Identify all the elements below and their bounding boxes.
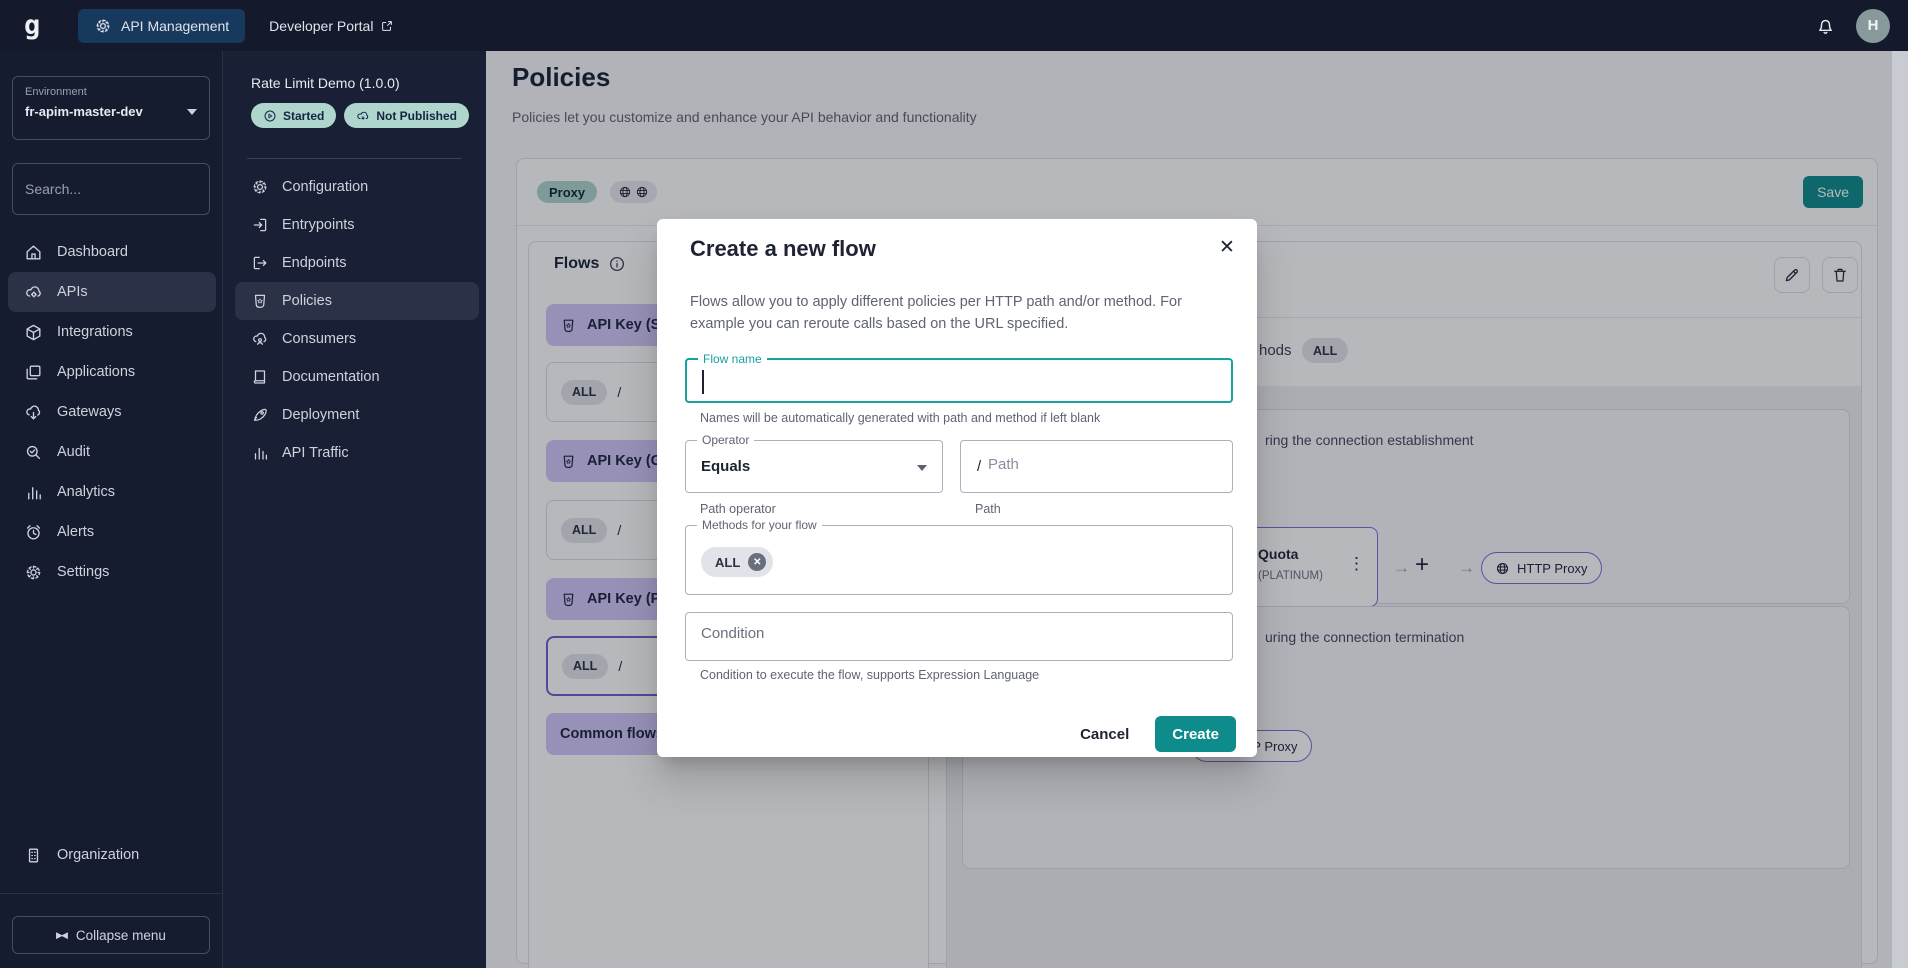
bar-chart-icon bbox=[24, 483, 43, 502]
sidebar-item-organization[interactable]: Organization bbox=[0, 835, 222, 875]
sidebar-item-alerts[interactable]: Alerts bbox=[0, 512, 222, 552]
gravitee-logo[interactable]: g bbox=[24, 12, 54, 39]
rocket-icon bbox=[251, 406, 269, 424]
collapse-icon: ▶◀ bbox=[56, 930, 66, 941]
book-icon bbox=[251, 368, 269, 386]
remove-chip-icon[interactable]: ✕ bbox=[748, 553, 766, 571]
operator-hint: Path operator bbox=[700, 502, 776, 516]
sidebar-item-applications[interactable]: Applications bbox=[0, 352, 222, 392]
dialog-description: Flows allow you to apply different polic… bbox=[690, 291, 1215, 335]
environment-label: Environment bbox=[25, 86, 197, 98]
path-prefix: / bbox=[977, 458, 981, 475]
methods-label: Methods for your flow bbox=[697, 518, 822, 532]
api-management-button[interactable]: API Management bbox=[78, 9, 245, 43]
condition-input[interactable] bbox=[701, 625, 1216, 642]
close-icon[interactable]: ✕ bbox=[1213, 233, 1241, 261]
alarm-icon bbox=[24, 523, 43, 542]
divider bbox=[247, 158, 462, 159]
search-input[interactable] bbox=[25, 181, 206, 197]
api-menu-endpoints[interactable]: Endpoints bbox=[223, 244, 487, 282]
flow-name-label: Flow name bbox=[698, 352, 767, 366]
gear-icon bbox=[24, 563, 43, 582]
flow-name-input[interactable] bbox=[701, 368, 1221, 393]
chevron-down-icon bbox=[187, 109, 197, 115]
methods-field[interactable]: Methods for your flow ALL ✕ bbox=[685, 525, 1233, 595]
apis-cloud-icon bbox=[24, 283, 43, 302]
chevron-down-icon bbox=[917, 465, 927, 471]
path-hint: Path bbox=[975, 502, 1001, 516]
cube-icon bbox=[24, 323, 43, 342]
user-avatar[interactable]: H bbox=[1856, 9, 1890, 43]
audit-search-icon bbox=[24, 443, 43, 462]
gear-icon bbox=[251, 178, 269, 196]
api-management-label: API Management bbox=[121, 18, 229, 34]
api-menu-configuration[interactable]: Configuration bbox=[223, 168, 487, 206]
notifications-bell-icon[interactable] bbox=[1815, 15, 1836, 36]
play-circle-icon bbox=[263, 109, 277, 123]
path-field: / bbox=[960, 440, 1233, 493]
flow-name-field: Flow name bbox=[685, 358, 1233, 403]
exit-icon bbox=[251, 254, 269, 272]
main-sidebar: Environment fr-apim-master-dev Dashboard… bbox=[0, 51, 222, 968]
top-bar: g API Management Developer Portal H bbox=[0, 0, 1908, 51]
cloud-icon bbox=[356, 109, 370, 123]
status-badge-not-published: Not Published bbox=[344, 103, 469, 128]
scrollbar[interactable] bbox=[1892, 51, 1908, 968]
status-badge-started: Started bbox=[251, 103, 336, 128]
cancel-button[interactable]: Cancel bbox=[1080, 726, 1129, 743]
condition-hint: Condition to execute the flow, supports … bbox=[700, 668, 1039, 682]
developer-portal-label: Developer Portal bbox=[269, 18, 373, 34]
api-menu-documentation[interactable]: Documentation bbox=[223, 358, 487, 396]
operator-value: Equals bbox=[701, 458, 750, 475]
sidebar-search bbox=[12, 163, 210, 215]
sidebar-item-analytics[interactable]: Analytics bbox=[0, 472, 222, 512]
building-icon bbox=[24, 846, 43, 865]
api-menu-entrypoints[interactable]: Entrypoints bbox=[223, 206, 487, 244]
consumers-icon bbox=[251, 330, 269, 348]
environment-value: fr-apim-master-dev bbox=[25, 104, 143, 119]
api-menu-deployment[interactable]: Deployment bbox=[223, 396, 487, 434]
path-input[interactable] bbox=[988, 456, 1218, 473]
divider bbox=[0, 893, 222, 894]
applications-icon bbox=[24, 363, 43, 382]
condition-field bbox=[685, 612, 1233, 661]
gear-icon bbox=[94, 17, 112, 35]
sidebar-item-dashboard[interactable]: Dashboard bbox=[0, 232, 222, 272]
shield-icon bbox=[251, 292, 269, 310]
create-button[interactable]: Create bbox=[1155, 716, 1236, 752]
api-nav: Configuration Entrypoints Endpoints Poli… bbox=[223, 168, 487, 472]
sidebar-item-integrations[interactable]: Integrations bbox=[0, 312, 222, 352]
api-title: Rate Limit Demo (1.0.0) bbox=[251, 75, 400, 91]
method-chip-all: ALL ✕ bbox=[701, 547, 773, 577]
sidebar-nav: Dashboard APIs Integrations Applications… bbox=[0, 232, 222, 592]
api-sidebar: Rate Limit Demo (1.0.0) Started Not Publ… bbox=[222, 51, 486, 968]
api-menu-api-traffic[interactable]: API Traffic bbox=[223, 434, 487, 472]
api-menu-policies[interactable]: Policies bbox=[235, 282, 479, 320]
developer-portal-link[interactable]: Developer Portal bbox=[269, 18, 394, 34]
operator-label: Operator bbox=[697, 433, 754, 447]
environment-selector[interactable]: Environment fr-apim-master-dev bbox=[12, 76, 210, 140]
entry-icon bbox=[251, 216, 269, 234]
sidebar-item-gateways[interactable]: Gateways bbox=[0, 392, 222, 432]
flow-name-hint: Names will be automatically generated wi… bbox=[700, 411, 1100, 425]
collapse-menu-button[interactable]: ▶◀ Collapse menu bbox=[12, 916, 210, 954]
sidebar-item-settings[interactable]: Settings bbox=[0, 552, 222, 592]
sidebar-item-apis[interactable]: APIs bbox=[8, 272, 216, 312]
api-menu-consumers[interactable]: Consumers bbox=[223, 320, 487, 358]
dialog-title: Create a new flow bbox=[690, 236, 876, 262]
sidebar-item-audit[interactable]: Audit bbox=[0, 432, 222, 472]
operator-select[interactable]: Operator Equals bbox=[685, 440, 943, 493]
create-flow-dialog: Create a new flow ✕ Flows allow you to a… bbox=[657, 219, 1257, 757]
home-icon bbox=[24, 243, 43, 262]
gateway-cloud-icon bbox=[24, 403, 43, 422]
bar-chart-icon bbox=[251, 444, 269, 462]
external-link-icon bbox=[380, 19, 394, 33]
